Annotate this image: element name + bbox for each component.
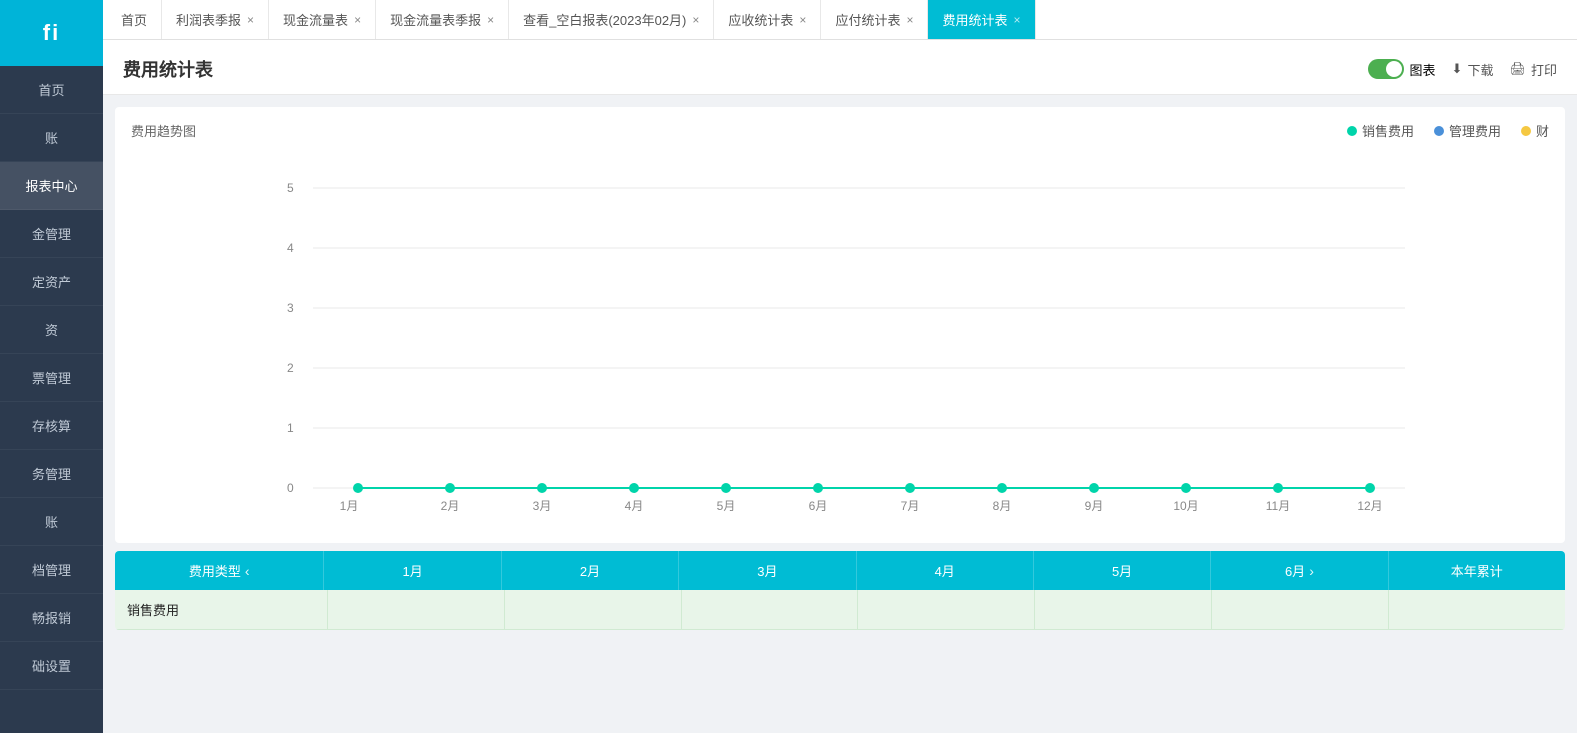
tab-home[interactable]: 首页 <box>107 0 162 39</box>
svg-text:12月: 12月 <box>1357 499 1382 513</box>
content-area: 费用统计表 图表 ⬇ 下载 🖨 打印 费用趋势图 <box>103 40 1577 733</box>
download-icon: ⬇ <box>1452 61 1463 77</box>
tab-receivable[interactable]: 应收统计表 × <box>714 0 821 39</box>
legend-dot-finance <box>1521 126 1531 136</box>
svg-text:0: 0 <box>287 481 294 495</box>
download-button[interactable]: ⬇ 下载 <box>1452 60 1494 79</box>
th-mar: 3月 <box>679 551 856 590</box>
next-month-arrow[interactable]: › <box>1309 563 1314 579</box>
td-type: 销售费用 <box>115 590 328 629</box>
chart-toggle-wrap[interactable]: 图表 <box>1368 59 1436 79</box>
prev-month-arrow[interactable]: ‹ <box>245 563 250 579</box>
chart-container: 费用趋势图 销售费用 管理费用 财 <box>115 107 1565 543</box>
svg-text:11月: 11月 <box>1266 499 1290 513</box>
tab-profit-quarter[interactable]: 利润表季报 × <box>162 0 269 39</box>
main-area: 首页 利润表季报 × 现金流量表 × 现金流量表季报 × 查看_空白报表(202… <box>103 0 1577 733</box>
tab-cashflow-quarter[interactable]: 现金流量表季报 × <box>376 0 509 39</box>
legend-label-admin: 管理费用 <box>1449 121 1501 140</box>
sidebar-item-capital[interactable]: 资 <box>0 306 103 354</box>
td-may <box>1035 590 1212 629</box>
svg-text:2: 2 <box>287 361 294 375</box>
tab-bar: 首页 利润表季报 × 现金流量表 × 现金流量表季报 × 查看_空白报表(202… <box>103 0 1577 40</box>
page-header: 费用统计表 图表 ⬇ 下载 🖨 打印 <box>103 40 1577 95</box>
td-jan <box>328 590 505 629</box>
tab-payable[interactable]: 应付统计表 × <box>821 0 928 39</box>
svg-text:3月: 3月 <box>533 499 552 513</box>
page-title: 费用统计表 <box>123 56 213 82</box>
th-apr: 4月 <box>857 551 1034 590</box>
svg-text:2月: 2月 <box>441 499 460 513</box>
svg-text:7月: 7月 <box>901 499 920 513</box>
print-icon: 🖨 <box>1509 61 1526 77</box>
chart-svg-wrap: 5 4 3 2 1 0 <box>131 150 1549 523</box>
legend-label-finance: 财 <box>1536 121 1549 140</box>
sidebar: fi 首页 账 报表中心 金管理 定资产 资 票管理 存核算 务管理 账 档管理… <box>0 0 103 733</box>
th-type: 费用类型 ‹ <box>115 551 324 590</box>
sidebar-item-finance[interactable]: 金管理 <box>0 210 103 258</box>
legend-label-sales: 销售费用 <box>1362 121 1414 140</box>
tab-close-payable[interactable]: × <box>906 13 913 27</box>
svg-text:4: 4 <box>287 241 294 255</box>
legend-dot-sales <box>1347 126 1357 136</box>
sidebar-item-home[interactable]: 首页 <box>0 66 103 114</box>
tab-close-cashflow[interactable]: × <box>354 13 361 27</box>
th-jan: 1月 <box>324 551 501 590</box>
legend-finance: 财 <box>1521 121 1549 140</box>
tab-close-expense-stat[interactable]: × <box>1013 13 1020 27</box>
td-mar <box>682 590 859 629</box>
expense-table: 费用类型 ‹ 1月 2月 3月 4月 5月 <box>115 551 1565 630</box>
table-row: 销售费用 <box>115 590 1565 630</box>
svg-text:1: 1 <box>287 421 294 435</box>
svg-text:5: 5 <box>287 181 294 195</box>
svg-text:5月: 5月 <box>717 499 736 513</box>
sidebar-item-assets[interactable]: 定资产 <box>0 258 103 306</box>
tab-close-profit-quarter[interactable]: × <box>247 13 254 27</box>
sidebar-item-account[interactable]: 账 <box>0 114 103 162</box>
sidebar-item-service[interactable]: 务管理 <box>0 450 103 498</box>
sidebar-item-archive[interactable]: 档管理 <box>0 546 103 594</box>
legend-dot-admin <box>1434 126 1444 136</box>
tab-cashflow[interactable]: 现金流量表 × <box>269 0 376 39</box>
sidebar-item-expense[interactable]: 畅报销 <box>0 594 103 642</box>
chart-legend: 销售费用 管理费用 财 <box>1347 121 1549 140</box>
tab-close-cashflow-quarter[interactable]: × <box>487 13 494 27</box>
svg-text:1月: 1月 <box>340 499 359 513</box>
tab-expense-stat[interactable]: 费用统计表 × <box>928 0 1035 39</box>
sidebar-item-ledger[interactable]: 账 <box>0 498 103 546</box>
legend-admin: 管理费用 <box>1434 121 1501 140</box>
tab-blank-report[interactable]: 查看_空白报表(2023年02月) × <box>509 0 714 39</box>
sidebar-logo: fi <box>0 0 103 66</box>
sidebar-item-ticket[interactable]: 票管理 <box>0 354 103 402</box>
th-feb: 2月 <box>502 551 679 590</box>
th-may: 5月 <box>1034 551 1211 590</box>
td-jun <box>1212 590 1389 629</box>
td-ytd <box>1389 590 1565 629</box>
legend-sales: 销售费用 <box>1347 121 1414 140</box>
tab-close-receivable[interactable]: × <box>799 13 806 27</box>
print-button[interactable]: 🖨 打印 <box>1509 60 1557 79</box>
chart-toggle[interactable] <box>1368 59 1404 79</box>
svg-text:3: 3 <box>287 301 294 315</box>
tab-close-blank-report[interactable]: × <box>692 13 699 27</box>
chart-header: 费用趋势图 销售费用 管理费用 财 <box>131 121 1549 140</box>
th-jun: 6月 › <box>1211 551 1388 590</box>
sidebar-item-inventory[interactable]: 存核算 <box>0 402 103 450</box>
table-header: 费用类型 ‹ 1月 2月 3月 4月 5月 <box>115 551 1565 590</box>
td-feb <box>505 590 682 629</box>
chart-toggle-label: 图表 <box>1410 60 1436 79</box>
svg-text:8月: 8月 <box>993 499 1012 513</box>
sidebar-item-reports[interactable]: 报表中心 <box>0 162 103 210</box>
chart-title: 费用趋势图 <box>131 121 196 140</box>
header-actions: 图表 ⬇ 下载 🖨 打印 <box>1368 59 1557 79</box>
svg-text:4月: 4月 <box>625 499 644 513</box>
td-apr <box>858 590 1035 629</box>
sidebar-item-settings[interactable]: 础设置 <box>0 642 103 690</box>
svg-text:10月: 10月 <box>1173 499 1198 513</box>
svg-text:9月: 9月 <box>1085 499 1104 513</box>
svg-text:6月: 6月 <box>809 499 828 513</box>
th-ytd: 本年累计 <box>1389 551 1565 590</box>
